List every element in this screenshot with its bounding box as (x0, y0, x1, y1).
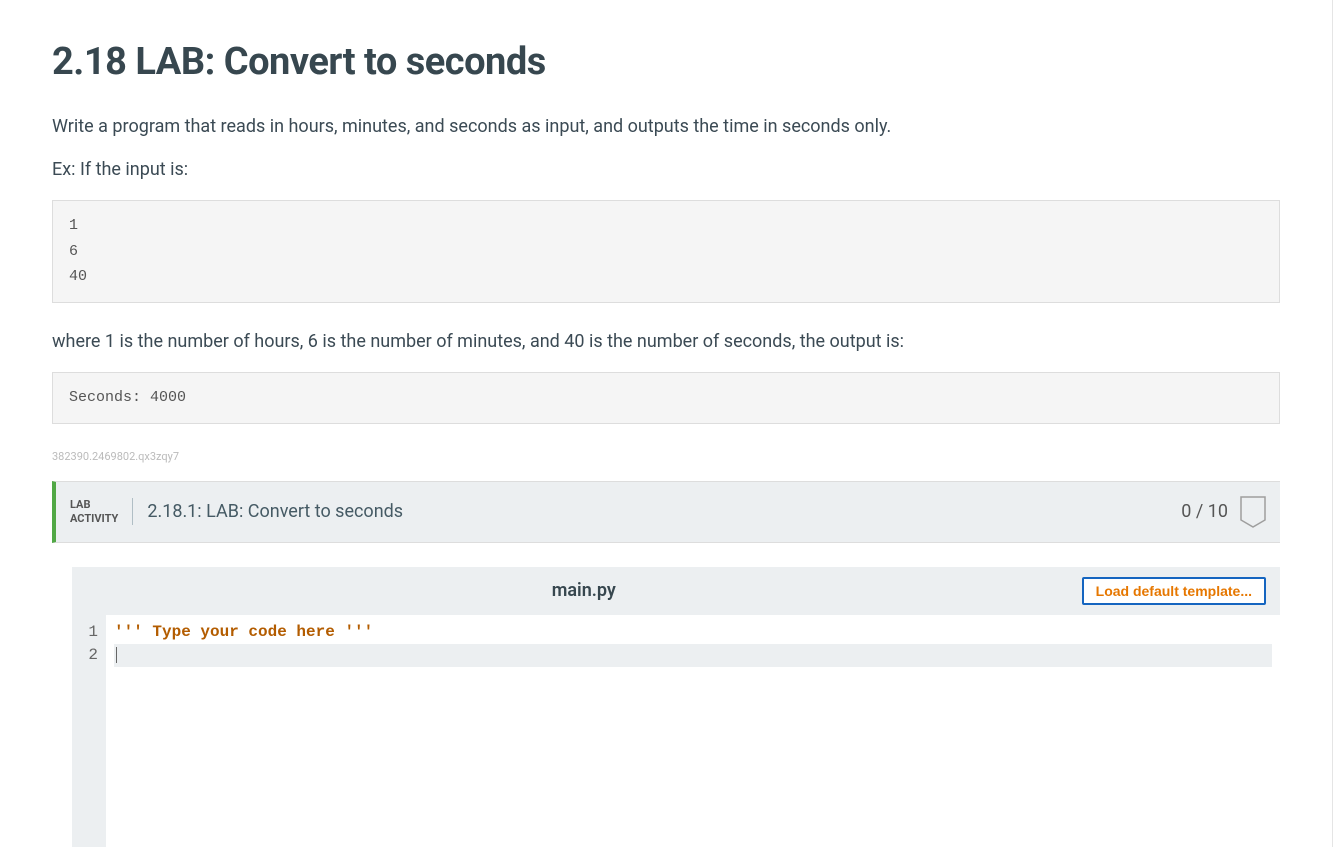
content-hash: 382390.2469802.qx3zqy7 (52, 450, 1280, 463)
editor-header: main.py Load default template... (72, 567, 1280, 615)
description-1: Write a program that reads in hours, min… (52, 114, 1280, 139)
description-2: Ex: If the input is: (52, 157, 1280, 182)
activity-tag-line2: ACTIVITY (70, 512, 118, 525)
gutter-line-2: 2 (80, 644, 98, 667)
filename-label: main.py (86, 580, 1082, 601)
activity-tag-line1: LAB (70, 498, 118, 511)
code-line-1: ''' Type your code here ''' (114, 623, 373, 641)
line-gutter: 1 2 (72, 615, 106, 847)
code-lines[interactable]: ''' Type your code here ''' (106, 615, 1280, 847)
example-output-block: Seconds: 4000 (52, 372, 1280, 424)
score-value: 0 / 10 (1181, 501, 1228, 522)
load-default-template-button[interactable]: Load default template... (1082, 577, 1266, 605)
page-title: 2.18 LAB: Convert to seconds (52, 40, 1280, 84)
gutter-line-1: 1 (80, 621, 98, 644)
activity-score: 0 / 10 (1181, 496, 1266, 528)
code-line-2 (114, 644, 1272, 667)
description-3: where 1 is the number of hours, 6 is the… (52, 329, 1280, 354)
bookmark-icon[interactable] (1240, 496, 1266, 528)
cursor-icon (116, 647, 117, 663)
example-input-block: 1 6 40 (52, 200, 1280, 303)
activity-header: LAB ACTIVITY 2.18.1: LAB: Convert to sec… (52, 481, 1280, 543)
activity-tag: LAB ACTIVITY (70, 498, 133, 524)
activity-title: 2.18.1: LAB: Convert to seconds (147, 501, 403, 522)
code-area[interactable]: 1 2 ''' Type your code here ''' (72, 615, 1280, 847)
